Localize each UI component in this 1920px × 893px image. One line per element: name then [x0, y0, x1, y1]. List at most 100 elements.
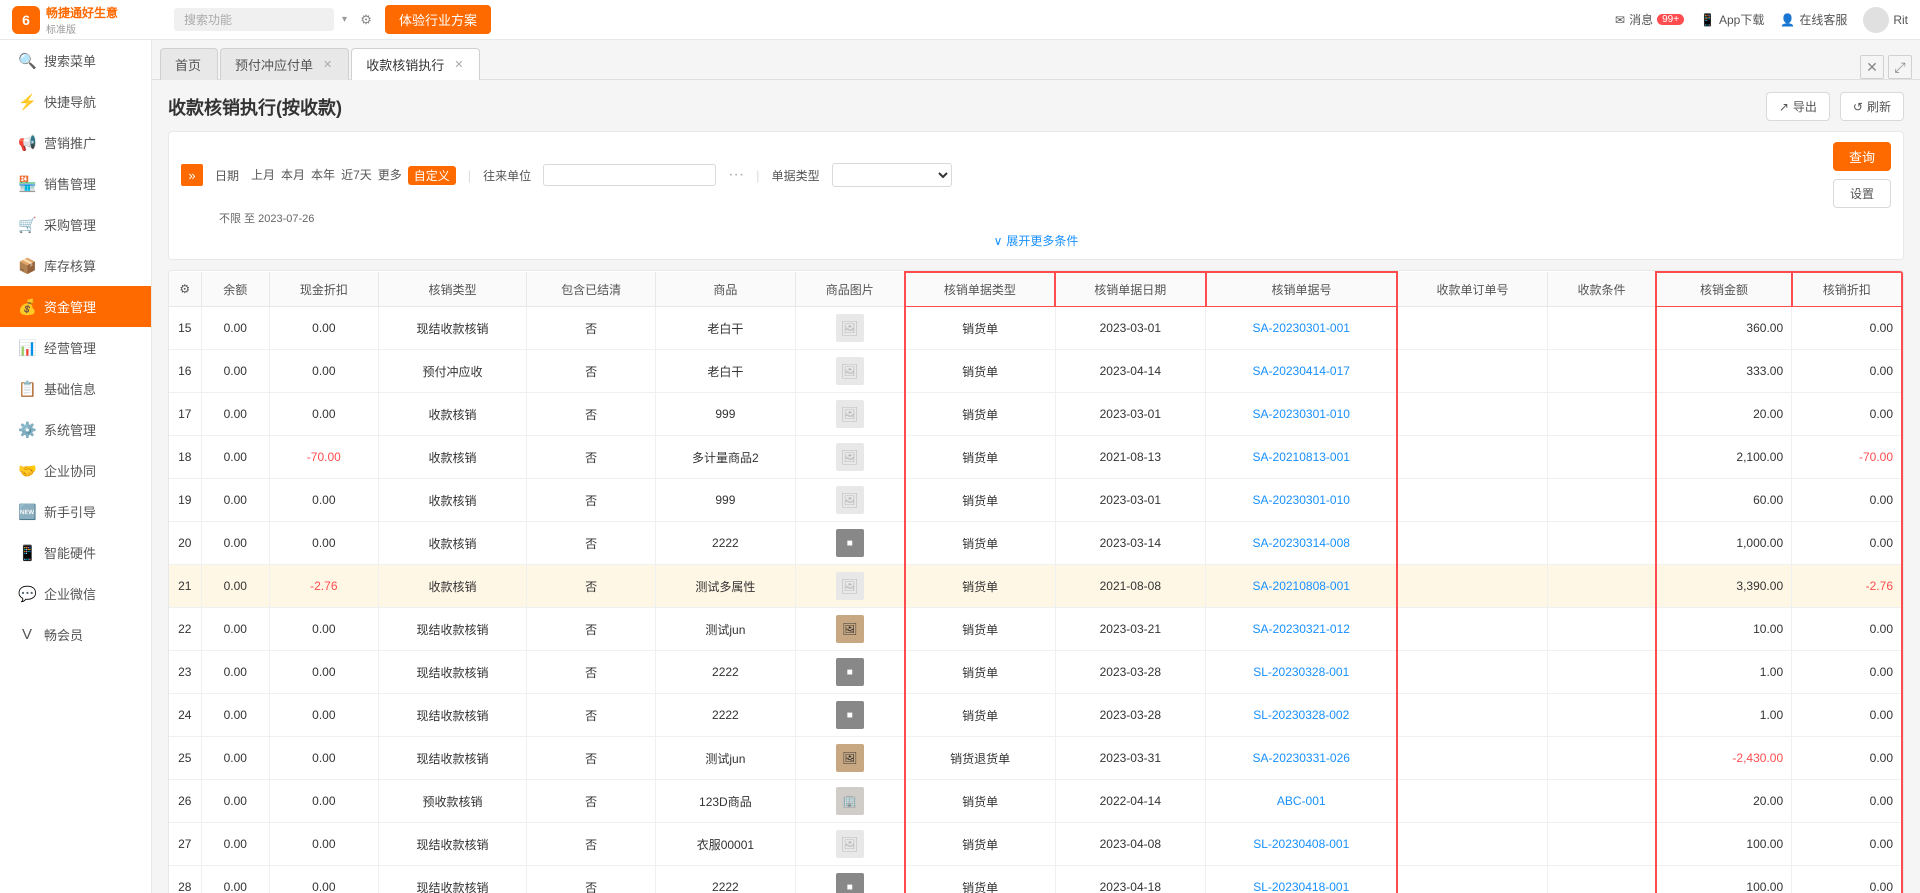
sidebar-item-marketing[interactable]: 📢 营销推广 — [0, 122, 151, 163]
tab-collection-close[interactable]: ✕ — [454, 58, 463, 71]
cell-amount: 100.00 — [1656, 823, 1791, 866]
wechat-icon: 💬 — [18, 585, 36, 603]
tab-home[interactable]: 首页 — [160, 48, 218, 80]
cell-voucher-date: 2023-03-01 — [1055, 479, 1205, 522]
cell-amount: 3,390.00 — [1656, 565, 1791, 608]
cell-included: 否 — [527, 393, 656, 436]
expand-more-btn[interactable]: ∨ 展开更多条件 — [181, 232, 1891, 249]
sidebar-item-system[interactable]: ⚙️ 系统管理 — [0, 409, 151, 450]
writeoff-value: 0.00 — [1870, 321, 1893, 335]
sidebar-item-enterprise[interactable]: 🤝 企业协同 — [0, 450, 151, 491]
sidebar-item-finance[interactable]: 💰 资金管理 — [0, 286, 151, 327]
col-header-setting[interactable]: ⚙ — [169, 272, 201, 307]
date-link-more[interactable]: 更多 — [378, 166, 402, 185]
table-row: 26 0.00 0.00 预收款核销 否 123D商品 🏢 销货单 2022-0… — [169, 780, 1902, 823]
query-btn[interactable]: 查询 — [1833, 142, 1891, 171]
cell-type: 收款核销 — [378, 436, 527, 479]
sidebar-item-sales[interactable]: 🏪 销售管理 — [0, 163, 151, 204]
cell-amount: -2,430.00 — [1656, 737, 1791, 780]
cell-goods-img: ■ — [795, 694, 904, 737]
table-header-row: ⚙ 余额 现金折扣 核销类型 包含已结清 商品 商品图片 核销单据类型 核销单据… — [169, 272, 1902, 307]
cell-balance: 0.00 — [201, 780, 270, 823]
date-link-thismonth[interactable]: 本月 — [281, 166, 305, 185]
col-header-balance: 余额 — [201, 272, 270, 307]
sidebar-item-purchase[interactable]: 🛒 采购管理 — [0, 204, 151, 245]
cell-included: 否 — [527, 307, 656, 350]
date-custom[interactable]: 自定义 — [408, 166, 456, 185]
sidebar-item-quicknav[interactable]: ⚡ 快捷导航 — [0, 81, 151, 122]
table-row: 22 0.00 0.00 现结收款核销 否 测试jun 🖼 销货单 2023-0… — [169, 608, 1902, 651]
amount-value: 360.00 — [1746, 321, 1783, 335]
cell-voucher-no: ABC-001 — [1206, 780, 1398, 823]
cell-balance: 0.00 — [201, 694, 270, 737]
cell-receipt-order — [1397, 694, 1547, 737]
date-link-lastmonth[interactable]: 上月 — [251, 166, 275, 185]
cell-voucher-date: 2023-03-31 — [1055, 737, 1205, 780]
cell-type: 收款核销 — [378, 565, 527, 608]
amount-value: 2,100.00 — [1736, 450, 1783, 464]
export-btn[interactable]: ↗ 导出 — [1766, 92, 1830, 121]
filter-expand-btn[interactable]: » — [181, 164, 203, 186]
dropdown-arrow[interactable]: ▾ — [342, 14, 347, 25]
cell-goods: 2222 — [655, 522, 795, 565]
cell-amount: 360.00 — [1656, 307, 1791, 350]
cell-balance: 0.00 — [201, 737, 270, 780]
table-container: ⚙ 余额 现金折扣 核销类型 包含已结清 商品 商品图片 核销单据类型 核销单据… — [168, 270, 1904, 893]
writeoff-value: 0.00 — [1870, 837, 1893, 851]
online-service-btn[interactable]: 👤 在线客服 — [1780, 11, 1847, 28]
sidebar-item-wechat[interactable]: 💬 企业微信 — [0, 573, 151, 614]
date-link-thisyear[interactable]: 本年 — [311, 166, 335, 185]
sidebar-item-inventory[interactable]: 📦 库存核算 — [0, 245, 151, 286]
sidebar-item-basicinfo[interactable]: 📋 基础信息 — [0, 368, 151, 409]
sidebar-item-operation[interactable]: 📊 经营管理 — [0, 327, 151, 368]
tab-prepay[interactable]: 预付冲应付单 ✕ — [220, 48, 349, 80]
cell-type: 现结收款核销 — [378, 694, 527, 737]
purchase-icon: 🛒 — [18, 216, 36, 234]
cell-writeoff-discount: 0.00 — [1792, 823, 1902, 866]
discount-value: 0.00 — [312, 708, 335, 722]
smarthw-icon: 📱 — [18, 544, 36, 562]
partner-more-btn[interactable]: ··· — [728, 166, 744, 184]
cell-included: 否 — [527, 823, 656, 866]
cell-type: 现结收款核销 — [378, 866, 527, 893]
cell-voucher-type: 销货单 — [905, 307, 1055, 350]
industry-btn[interactable]: 体验行业方案 — [385, 5, 491, 34]
cell-goods-img: ■ — [795, 866, 904, 893]
table-row: 27 0.00 0.00 现结收款核销 否 衣服00001 🖼 销货单 2023… — [169, 823, 1902, 866]
app-download-btn[interactable]: 📱 App下载 — [1700, 11, 1764, 28]
sidebar-item-member[interactable]: V 畅会员 — [0, 614, 151, 655]
date-link-7days[interactable]: 近7天 — [341, 166, 372, 185]
cell-writeoff-discount: -70.00 — [1792, 436, 1902, 479]
tab-expand-btn[interactable]: ⤢ — [1888, 55, 1912, 79]
cell-amount: 1,000.00 — [1656, 522, 1791, 565]
user-area[interactable]: Rit — [1863, 7, 1908, 33]
message-btn[interactable]: ✉ 消息 99+ — [1615, 11, 1684, 28]
settings-icon[interactable]: ⚙ — [355, 9, 377, 31]
table-row: 21 0.00 -2.76 收款核销 否 测试多属性 🖼 销货单 2021-08… — [169, 565, 1902, 608]
goods-image: 🖼 — [836, 486, 864, 514]
cell-voucher-date: 2021-08-08 — [1055, 565, 1205, 608]
inventory-icon: 📦 — [18, 257, 36, 275]
sidebar-item-search[interactable]: 🔍 搜索菜单 — [0, 40, 151, 81]
sidebar-item-smarthw[interactable]: 📱 智能硬件 — [0, 532, 151, 573]
setting-btn[interactable]: 设置 — [1833, 179, 1891, 208]
cell-type: 现结收款核销 — [378, 608, 527, 651]
cell-receipt-order — [1397, 436, 1547, 479]
cell-voucher-date: 2022-04-14 — [1055, 780, 1205, 823]
global-search[interactable]: 搜索功能 — [174, 8, 334, 31]
sidebar-item-guide[interactable]: 🆕 新手引导 — [0, 491, 151, 532]
amount-value: 20.00 — [1753, 794, 1783, 808]
refresh-btn[interactable]: ↺ 刷新 — [1840, 92, 1904, 121]
receipt-type-select[interactable] — [832, 163, 952, 187]
cell-goods-img: ■ — [795, 651, 904, 694]
tab-close-btn[interactable]: ✕ — [1860, 55, 1884, 79]
cell-discount: -2.76 — [270, 565, 379, 608]
cell-balance: 0.00 — [201, 866, 270, 893]
page-content: 收款核销执行(按收款) ↗ 导出 ↺ 刷新 » — [152, 80, 1920, 893]
cell-receipt-order — [1397, 780, 1547, 823]
cell-amount: 60.00 — [1656, 479, 1791, 522]
tab-prepay-close[interactable]: ✕ — [323, 58, 332, 71]
tab-collection[interactable]: 收款核销执行 ✕ — [351, 48, 480, 80]
cell-voucher-date: 2021-08-13 — [1055, 436, 1205, 479]
partner-input[interactable] — [543, 164, 716, 186]
